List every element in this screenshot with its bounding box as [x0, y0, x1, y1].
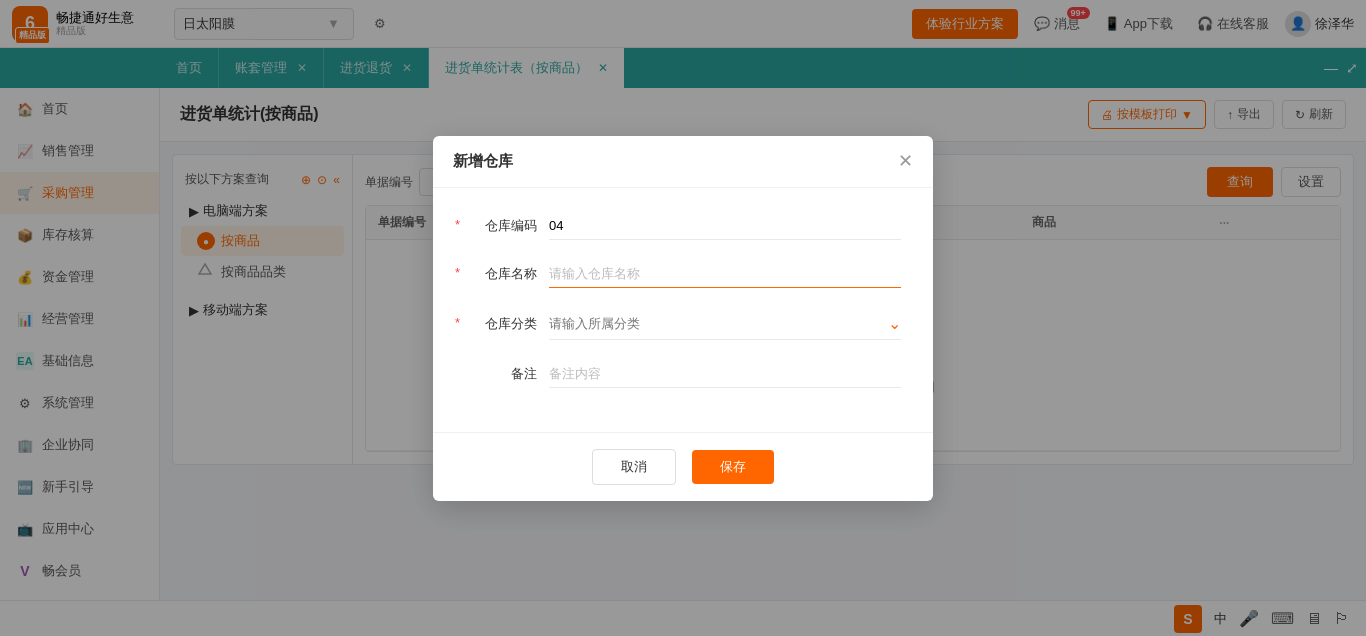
cancel-button[interactable]: 取消 [592, 449, 676, 485]
form-row-warehouse-name: 仓库名称 [465, 260, 901, 288]
modal-header: 新增仓库 ✕ [433, 136, 933, 188]
form-row-remark: 备注 [465, 360, 901, 388]
warehouse-code-label: 仓库编码 [465, 217, 537, 235]
warehouse-category-label: 仓库分类 [465, 315, 537, 333]
form-row-warehouse-code: 仓库编码 [465, 212, 901, 240]
save-button[interactable]: 保存 [692, 450, 774, 484]
modal-overlay: 新增仓库 ✕ 仓库编码 仓库名称 仓库分类 ⌄ [0, 0, 1366, 636]
warehouse-name-input[interactable] [549, 260, 901, 288]
warehouse-code-input[interactable] [549, 212, 901, 240]
warehouse-category-input[interactable] [549, 316, 888, 331]
modal-body: 仓库编码 仓库名称 仓库分类 ⌄ 备注 [433, 188, 933, 432]
form-row-warehouse-category: 仓库分类 ⌄ [465, 308, 901, 340]
modal-close-button[interactable]: ✕ [898, 152, 913, 170]
modal-title: 新增仓库 [453, 152, 513, 171]
remark-input[interactable] [549, 360, 901, 388]
warehouse-name-label: 仓库名称 [465, 265, 537, 283]
modal-footer: 取消 保存 [433, 432, 933, 501]
category-dropdown-icon: ⌄ [888, 314, 901, 333]
remark-label: 备注 [465, 365, 537, 383]
add-warehouse-modal: 新增仓库 ✕ 仓库编码 仓库名称 仓库分类 ⌄ [433, 136, 933, 501]
warehouse-category-select[interactable]: ⌄ [549, 308, 901, 340]
